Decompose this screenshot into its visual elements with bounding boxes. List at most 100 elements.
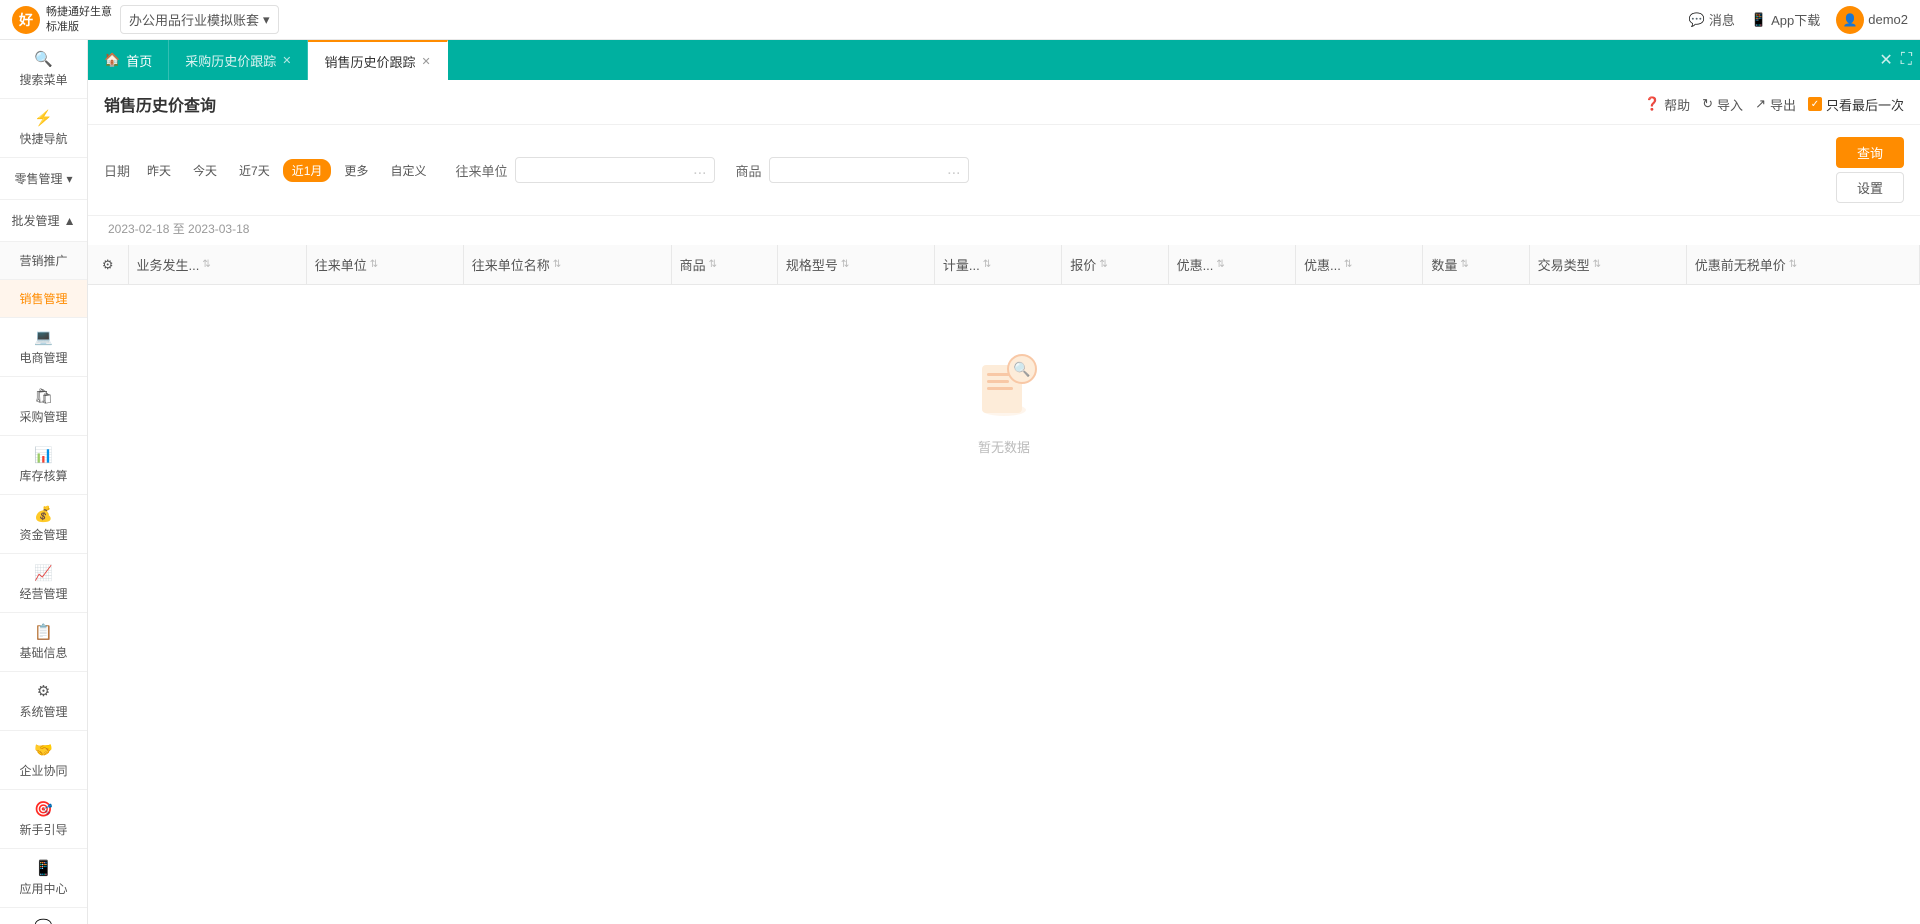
customer-label: 往来单位 xyxy=(455,161,507,180)
column-settings-icon[interactable]: ⚙ xyxy=(102,257,114,272)
system-icon: ⚙ xyxy=(37,682,50,700)
tab-close-sales[interactable]: ✕ xyxy=(421,55,430,68)
import-button[interactable]: ↻ 导入 xyxy=(1702,95,1743,114)
maximize-button[interactable]: ⛶ xyxy=(1901,51,1912,69)
sidebar-item-basic-info[interactable]: 📋 基础信息 xyxy=(0,613,87,672)
wechat-icon: 💬 xyxy=(34,918,53,924)
only-latest-checkbox[interactable]: ✓ 只看最后一次 xyxy=(1808,95,1904,114)
ecommerce-icon: 💻 xyxy=(34,328,53,346)
home-icon: 🏠 xyxy=(104,52,120,68)
sidebar-item-purchase[interactable]: 🛍 采购管理 xyxy=(0,377,87,436)
sidebar-item-new-guide[interactable]: 🎯 新手引导 xyxy=(0,790,87,849)
import-icon: ↻ xyxy=(1702,96,1713,112)
col-discount1[interactable]: 优惠... ⇅ xyxy=(1168,245,1295,285)
col-pre-tax-price[interactable]: 优惠前无税单价 ⇅ xyxy=(1686,245,1919,285)
page-header: 销售历史价查询 ❓ 帮助 ↻ 导入 ↗ 导出 xyxy=(88,80,1920,125)
col-trade-type[interactable]: 交易类型 ⇅ xyxy=(1529,245,1686,285)
product-input[interactable]: ... xyxy=(769,157,969,183)
tab-bar-actions: ✕ ⛶ xyxy=(1879,50,1920,70)
sidebar-item-inventory[interactable]: 📊 库存核算 xyxy=(0,436,87,495)
customer-input[interactable]: ... xyxy=(515,157,715,183)
close-tab-button[interactable]: ✕ xyxy=(1879,50,1892,70)
top-bar: 好 畅捷通好生意 标准版 办公用品行业模拟账套 ▾ 💬 消息 📱 App下载 👤… xyxy=(0,0,1920,40)
lightning-icon: ⚡ xyxy=(34,109,53,127)
main-layout: 🔍 搜索菜单 ⚡ 快捷导航 零售管理 ▾ 批发管理 ▲ 营销推广 销售管理 💻 … xyxy=(0,40,1920,924)
col-unit[interactable]: 计量... ⇅ xyxy=(934,245,1061,285)
chevron-down-icon: ▾ xyxy=(263,12,270,28)
message-button[interactable]: 💬 消息 xyxy=(1689,10,1735,29)
page-title: 销售历史价查询 xyxy=(104,92,216,116)
sidebar-item-quick-nav[interactable]: ⚡ 快捷导航 xyxy=(0,99,87,158)
sidebar-item-enterprise-collab[interactable]: 🤝 企业协同 xyxy=(0,731,87,790)
date-btn-custom[interactable]: 自定义 xyxy=(381,159,435,182)
date-range-display: 2023-02-18 至 2023-03-18 xyxy=(88,216,1920,245)
checkbox-icon: ✓ xyxy=(1808,97,1822,111)
tab-close-purchase[interactable]: ✕ xyxy=(282,54,291,67)
help-button[interactable]: ❓ 帮助 xyxy=(1644,95,1690,114)
sidebar-item-app-center[interactable]: 📱 应用中心 xyxy=(0,849,87,908)
sort-icon: ⇅ xyxy=(1099,260,1107,270)
svg-text:🔍: 🔍 xyxy=(1013,360,1030,378)
col-spec[interactable]: 规格型号 ⇅ xyxy=(777,245,934,285)
date-btn-today[interactable]: 今天 xyxy=(184,159,226,182)
user-profile[interactable]: 👤 demo2 xyxy=(1836,6,1908,34)
table-header-row: ⚙ 业务发生... ⇅ 往来单 xyxy=(88,245,1920,285)
sidebar-item-retail[interactable]: 零售管理 ▾ xyxy=(0,158,87,200)
sort-icon: ⇅ xyxy=(1216,260,1224,270)
date-range-text: 2023-02-18 至 2023-03-18 xyxy=(108,220,249,237)
logo-area: 好 畅捷通好生意 标准版 xyxy=(12,5,112,34)
guide-icon: 🎯 xyxy=(34,800,53,818)
product-picker-icon[interactable]: ... xyxy=(947,161,960,179)
sidebar-item-operations[interactable]: 📈 经营管理 xyxy=(0,554,87,613)
app-download-button[interactable]: 📱 App下载 xyxy=(1751,10,1820,29)
empty-text: 暂无数据 xyxy=(978,437,1030,456)
sidebar-item-enterprise-wechat[interactable]: 💬 企业微信 xyxy=(0,908,87,924)
col-product[interactable]: 商品 ⇅ xyxy=(671,245,777,285)
customer-filter-group: 往来单位 ... xyxy=(455,157,715,183)
export-button[interactable]: ↗ 导出 xyxy=(1755,95,1796,114)
avatar: 👤 xyxy=(1836,6,1864,34)
tab-bar: 🏠 首页 采购历史价跟踪 ✕ 销售历史价跟踪 ✕ ✕ ⛶ xyxy=(88,40,1920,80)
product-label: 商品 xyxy=(735,161,761,180)
top-bar-right: 💬 消息 📱 App下载 👤 demo2 xyxy=(1689,6,1908,34)
collab-icon: 🤝 xyxy=(34,741,53,759)
sidebar-item-sales-mgmt[interactable]: 销售管理 xyxy=(0,280,87,318)
col-settings[interactable]: ⚙ xyxy=(88,245,128,285)
sidebar-item-finance[interactable]: 💰 资金管理 xyxy=(0,495,87,554)
company-selector[interactable]: 办公用品行业模拟账套 ▾ xyxy=(120,5,279,34)
date-btn-7days[interactable]: 近7天 xyxy=(230,159,279,182)
search-button[interactable]: 查询 xyxy=(1836,137,1904,168)
finance-icon: 💰 xyxy=(34,505,53,523)
sort-icon: ⇅ xyxy=(709,260,717,270)
sidebar-item-system[interactable]: ⚙ 系统管理 xyxy=(0,672,87,731)
col-quantity[interactable]: 数量 ⇅ xyxy=(1423,245,1529,285)
settings-button[interactable]: 设置 xyxy=(1836,172,1904,203)
tab-sales-history[interactable]: 销售历史价跟踪 ✕ xyxy=(308,40,447,80)
help-icon: ❓ xyxy=(1644,96,1660,112)
sidebar-item-wholesale[interactable]: 批发管理 ▲ xyxy=(0,200,87,242)
sidebar-item-search-menu[interactable]: 🔍 搜索菜单 xyxy=(0,40,87,99)
top-bar-left: 好 畅捷通好生意 标准版 办公用品行业模拟账套 ▾ xyxy=(12,5,279,34)
col-biz-date[interactable]: 业务发生... ⇅ xyxy=(128,245,306,285)
sort-icon: ⇅ xyxy=(983,260,991,270)
message-icon: 💬 xyxy=(1689,12,1705,28)
col-partner-name[interactable]: 往来单位名称 ⇅ xyxy=(463,245,671,285)
sidebar-item-ecommerce[interactable]: 💻 电商管理 xyxy=(0,318,87,377)
sort-icon: ⇅ xyxy=(1344,260,1352,270)
col-quote-price[interactable]: 报价 ⇅ xyxy=(1062,245,1168,285)
sort-icon: ⇅ xyxy=(553,260,561,270)
date-btn-yesterday[interactable]: 昨天 xyxy=(138,159,180,182)
col-discount2[interactable]: 优惠... ⇅ xyxy=(1295,245,1422,285)
date-label: 日期 xyxy=(104,161,130,180)
page-header-actions: ❓ 帮助 ↻ 导入 ↗ 导出 ✓ 只看最后一次 xyxy=(1644,95,1904,114)
date-btn-1month[interactable]: 近1月 xyxy=(283,159,332,182)
tab-home[interactable]: 🏠 首页 xyxy=(88,40,169,80)
export-icon: ↗ xyxy=(1755,96,1766,112)
tab-purchase-history[interactable]: 采购历史价跟踪 ✕ xyxy=(169,40,308,80)
date-btn-more[interactable]: 更多 xyxy=(335,159,377,182)
download-icon: 📱 xyxy=(1751,12,1767,28)
col-partner[interactable]: 往来单位 ⇅ xyxy=(306,245,463,285)
table-container: ⚙ 业务发生... ⇅ 往来单 xyxy=(88,245,1920,924)
customer-picker-icon[interactable]: ... xyxy=(693,161,706,179)
sidebar-item-marketing[interactable]: 营销推广 xyxy=(0,242,87,280)
